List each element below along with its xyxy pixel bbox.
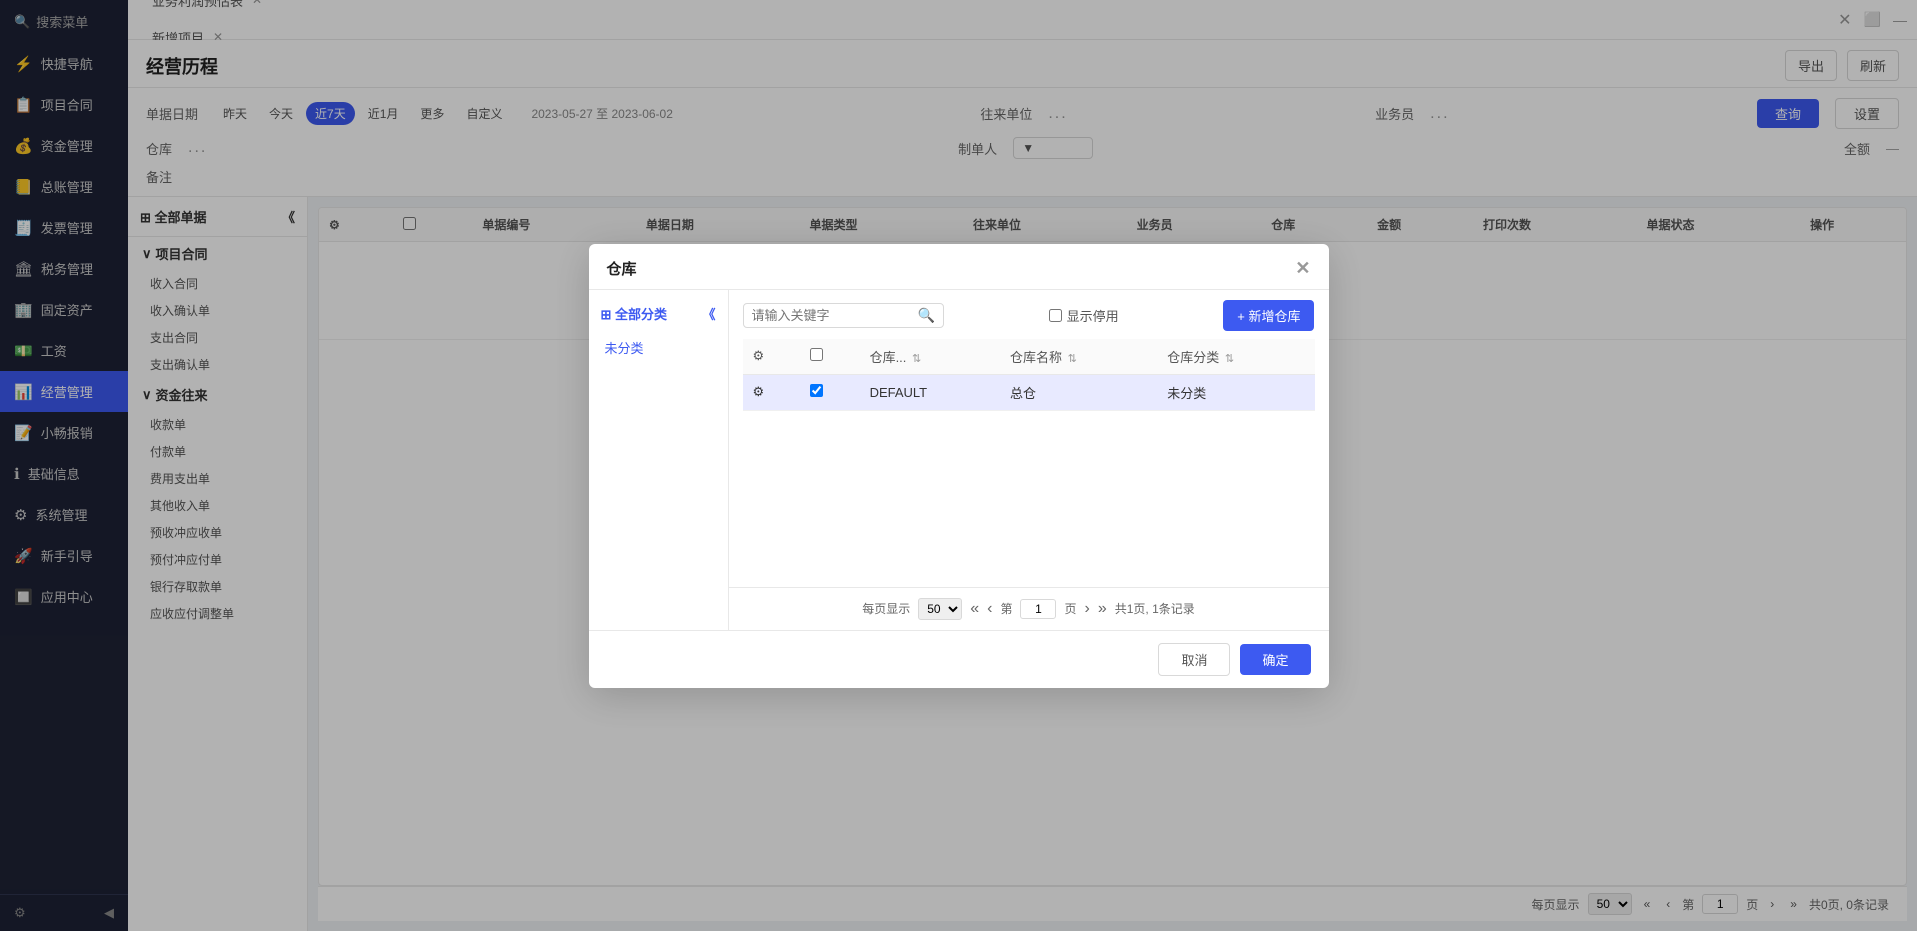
row-category: 未分类 [1157,374,1314,410]
all-categories-label: ⊞ 全部分类 [601,304,668,323]
modal-left-panel: ⊞ 全部分类 《 未分类 [589,290,729,630]
modal-first-btn[interactable]: « [970,600,979,618]
modal-page-label: 页 [1064,600,1076,617]
modal-footer: 取消 确定 [589,630,1329,688]
modal-category-list: 未分类 [589,331,728,364]
modal-table-row[interactable]: ⚙ DEFAULT 总仓 未分类 [743,374,1315,410]
modal-table: ⚙ 仓库... ⇅仓库名称 ⇅仓库分类 ⇅ ⚙ DEFAULT 总仓 未分类 [743,339,1315,411]
row-settings[interactable]: ⚙ [743,374,800,410]
row-code: DEFAULT [860,374,1000,410]
modal-category-未分类[interactable]: 未分类 [589,331,728,364]
modal-col-warehouse-code: 仓库... ⇅ [860,339,1000,375]
modal-header: 仓库 ✕ [589,244,1329,290]
show-disabled-checkbox: 显示停用 [1049,306,1119,325]
modal-right-panel: 🔍 显示停用 + 新增仓库 ⚙ 仓库... ⇅仓库名称 ⇅仓库分类 ⇅ ⚙ DEF… [729,290,1329,630]
modal-title: 仓库 [607,258,637,279]
row-check-1[interactable] [810,384,823,397]
modal-last-btn[interactable]: » [1098,600,1107,618]
disabled-checkbox[interactable] [1049,309,1062,322]
modal-col-checkbox[interactable] [800,339,860,375]
modal-body: ⊞ 全部分类 《 未分类 🔍 显示停用 + 新增仓库 [589,290,1329,630]
cancel-button[interactable]: 取消 [1158,643,1230,676]
modal-col-settings[interactable]: ⚙ [743,339,800,375]
modal-col-warehouse-name: 仓库名称 ⇅ [1000,339,1157,375]
modal-collapse-icon[interactable]: 《 [702,304,715,323]
modal-toolbar: 🔍 显示停用 + 新增仓库 [729,290,1329,339]
modal-next-btn[interactable]: › [1085,600,1090,618]
modal-jump-label: 第 [1000,600,1012,617]
modal-left-header: ⊞ 全部分类 《 [589,300,728,331]
modal-col-warehouse-category: 仓库分类 ⇅ [1157,339,1314,375]
warehouse-modal: 仓库 ✕ ⊞ 全部分类 《 未分类 🔍 [589,244,1329,688]
modal-select-all[interactable] [810,348,823,361]
modal-search-input[interactable] [752,308,912,323]
modal-table-body: ⚙ DEFAULT 总仓 未分类 [743,374,1315,410]
modal-search-box: 🔍 [743,303,944,328]
modal-search-icon: 🔍 [918,307,935,324]
modal-total-info: 共1页, 1条记录 [1115,600,1195,617]
confirm-button[interactable]: 确定 [1240,644,1310,675]
modal-per-page-label: 每页显示 [862,600,910,617]
modal-pagination: 每页显示 50 « ‹ 第 页 › » 共1页, 1条记录 [729,587,1329,630]
row-name: 总仓 [1000,374,1157,410]
grid-icon-modal: ⊞ [601,307,616,322]
modal-prev-btn[interactable]: ‹ [987,600,992,618]
add-warehouse-button[interactable]: + 新增仓库 [1223,300,1314,331]
modal-per-page-select[interactable]: 50 [918,598,962,620]
modal-table-container: ⚙ 仓库... ⇅仓库名称 ⇅仓库分类 ⇅ ⚙ DEFAULT 总仓 未分类 [729,339,1329,587]
show-disabled-label: 显示停用 [1067,306,1119,325]
row-checkbox[interactable] [800,374,860,410]
modal-close-button[interactable]: ✕ [1295,258,1310,279]
modal-page-input[interactable] [1020,599,1056,619]
modal-table-head: ⚙ 仓库... ⇅仓库名称 ⇅仓库分类 ⇅ [743,339,1315,375]
